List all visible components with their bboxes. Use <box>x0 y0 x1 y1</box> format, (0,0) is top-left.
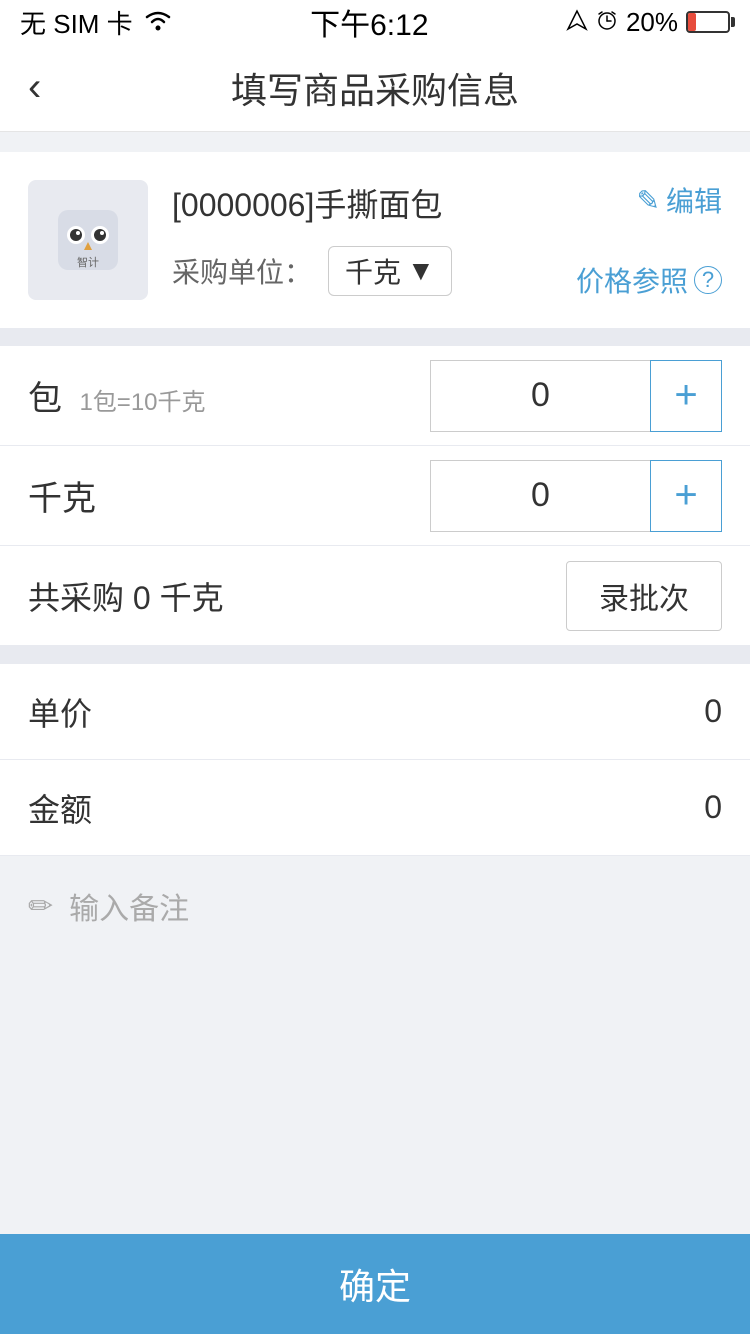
batch-button[interactable]: 录批次 <box>566 561 722 631</box>
amount-label: 金额 <box>28 785 704 831</box>
confirm-label: 确定 <box>339 1258 411 1310</box>
product-thumbnail: 智计 <box>28 180 148 300</box>
unit-price-label: 单价 <box>28 689 704 735</box>
price-ref-icon: ? <box>694 266 722 294</box>
bag-sublabel: 1包=10千克 <box>79 389 205 416</box>
price-ref-label: 价格参照 <box>576 260 688 300</box>
bag-input-row: 包 1包=10千克 + <box>0 346 750 446</box>
kg-label: 千克 <box>28 471 430 520</box>
total-row: 共采购 0 千克 录批次 <box>0 546 750 646</box>
unit-price-row: 单价 0 <box>0 664 750 760</box>
back-button[interactable]: ‹ <box>28 65 41 110</box>
bag-label-container: 包 1包=10千克 <box>28 371 430 420</box>
product-card: 智计 [0000006]手撕面包 采购单位： 千克 ▼ ✎ 编辑 价格参照 ? <box>0 152 750 328</box>
alarm-icon <box>596 7 618 38</box>
total-label: 共采购 0 千克 <box>28 573 566 619</box>
edit-label: 编辑 <box>666 180 722 220</box>
divider-2 <box>0 646 750 664</box>
confirm-bar[interactable]: 确定 <box>0 1234 750 1334</box>
bag-label: 包 <box>28 380 62 418</box>
status-bar: 无 SIM 卡 下午6:12 20% <box>0 0 750 44</box>
unit-label: 采购单位： <box>172 251 312 291</box>
bag-plus-button[interactable]: + <box>650 360 722 432</box>
location-icon <box>566 7 588 38</box>
divider-1 <box>0 328 750 346</box>
status-right: 20% <box>566 7 730 38</box>
note-placeholder: 输入备注 <box>69 884 189 928</box>
kg-plus-button[interactable]: + <box>650 460 722 532</box>
nav-bar: ‹ 填写商品采购信息 <box>0 44 750 132</box>
unit-value: 千克 <box>345 251 401 291</box>
pencil-icon: ✏ <box>28 889 53 924</box>
price-ref-link[interactable]: 价格参照 ? <box>576 260 722 300</box>
page-title: 填写商品采购信息 <box>231 62 519 114</box>
unit-dropdown[interactable]: 千克 ▼ <box>328 246 452 296</box>
battery-icon <box>686 11 730 33</box>
kg-input-row: 千克 + <box>0 446 750 546</box>
kg-controls: + <box>430 460 722 532</box>
status-left: 无 SIM 卡 <box>20 4 173 41</box>
bag-controls: + <box>430 360 722 432</box>
unit-dropdown-arrow: ▼ <box>407 255 435 287</box>
product-logo: 智计 <box>48 200 128 280</box>
amount-value: 0 <box>704 789 722 826</box>
wifi-icon <box>143 7 173 38</box>
battery-percentage: 20% <box>626 7 678 38</box>
svg-text:智计: 智计 <box>77 255 99 269</box>
bag-quantity-input[interactable] <box>430 360 650 432</box>
unit-price-value: 0 <box>704 693 722 730</box>
amount-row: 金额 0 <box>0 760 750 856</box>
sim-status: 无 SIM 卡 <box>20 4 133 41</box>
edit-icon: ✎ <box>637 184 660 217</box>
kg-quantity-input[interactable] <box>430 460 650 532</box>
edit-link[interactable]: ✎ 编辑 <box>637 180 722 220</box>
note-section[interactable]: ✏ 输入备注 <box>0 856 750 956</box>
status-time: 下午6:12 <box>310 0 428 44</box>
main-content: 智计 [0000006]手撕面包 采购单位： 千克 ▼ ✎ 编辑 价格参照 ? <box>0 152 750 1056</box>
